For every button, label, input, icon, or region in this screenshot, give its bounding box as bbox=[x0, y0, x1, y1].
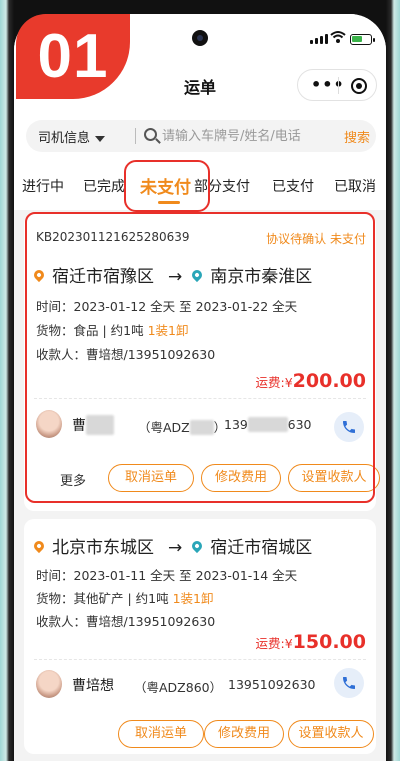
capsule-divider bbox=[338, 77, 339, 94]
order-number: KB202301121625280639 bbox=[36, 230, 190, 244]
tab-cancelled[interactable]: 已取消 bbox=[334, 176, 376, 196]
set-payee-button[interactable]: 设置收款人 bbox=[288, 720, 374, 748]
order-payee: 收款人：曹培想/13951092630 bbox=[36, 347, 216, 362]
search-divider bbox=[135, 128, 136, 144]
wifi-icon bbox=[330, 31, 346, 43]
caret-down-icon bbox=[95, 135, 106, 142]
search-icon bbox=[144, 128, 157, 141]
fee-label: 运费:¥ bbox=[255, 375, 293, 390]
phone-suffix: 630 bbox=[287, 417, 312, 432]
cancel-order-button[interactable]: 取消运单 bbox=[108, 464, 194, 492]
phone-frame: 运单 ••• 司机信息 搜索 进行中 已完成 未支付 bbox=[0, 0, 400, 761]
driver-name: 曹培想 bbox=[72, 415, 114, 435]
plate-number: （粤ADZ860） bbox=[138, 417, 226, 436]
order-time: 时间：2023-01-11 全天 至 2023-01-14 全天 bbox=[36, 568, 298, 583]
search-button[interactable]: 搜索 bbox=[344, 127, 370, 146]
order-fee: 运费:¥150.00 bbox=[256, 631, 367, 653]
search-box: 司机信息 搜索 bbox=[26, 120, 376, 152]
destination-pin-icon bbox=[190, 267, 205, 283]
order-goods: 货物：其他矿产 | 约1吨 1装1卸 bbox=[36, 588, 214, 607]
avatar bbox=[36, 670, 62, 698]
goods-text: 货物：食品 | 约1吨 bbox=[36, 323, 144, 338]
fee-label: 运费:¥ bbox=[255, 636, 293, 651]
fee-value: 200.00 bbox=[292, 370, 366, 392]
cancel-order-button[interactable]: 取消运单 bbox=[118, 720, 204, 748]
route: 宿迁市宿豫区 → 南京市秦淮区 bbox=[31, 262, 313, 287]
order-status: 协议待确认 未支付 bbox=[266, 232, 366, 246]
tab-paid[interactable]: 已支付 bbox=[272, 176, 314, 196]
mini-program-capsule: ••• bbox=[297, 69, 377, 101]
phone-icon bbox=[343, 677, 355, 689]
destination-pin-icon bbox=[190, 538, 205, 554]
plate-prefix: （粤ADZ bbox=[138, 420, 190, 435]
divider bbox=[34, 398, 366, 399]
order-goods: 货物：食品 | 约1吨 1装1卸 bbox=[36, 320, 189, 339]
order-time: 时间：2023-01-12 全天 至 2023-01-22 全天 bbox=[36, 299, 298, 314]
edit-fee-button[interactable]: 修改费用 bbox=[201, 464, 281, 492]
more-link[interactable]: 更多 bbox=[60, 470, 86, 489]
goods-load: 1装1卸 bbox=[172, 591, 214, 606]
divider bbox=[34, 659, 366, 660]
more-dots-icon[interactable]: ••• bbox=[311, 77, 345, 93]
arrow-right-icon: → bbox=[168, 538, 183, 558]
order-fee: 运费:¥200.00 bbox=[256, 370, 367, 392]
redacted-text: 51092 bbox=[247, 417, 288, 432]
active-tab-indicator bbox=[158, 201, 180, 204]
screen: 运单 ••• 司机信息 搜索 进行中 已完成 未支付 bbox=[14, 14, 386, 761]
search-bar: 司机信息 搜索 bbox=[14, 112, 386, 160]
driver-phone: 13951092630 bbox=[228, 677, 316, 692]
phone-prefix: 139 bbox=[224, 417, 248, 432]
origin-pin-icon bbox=[31, 538, 47, 554]
route-from: 宿迁市宿豫区 bbox=[52, 267, 154, 287]
avatar bbox=[36, 410, 62, 438]
order-card[interactable]: KB202301121625280639 协议待确认 未支付 宿迁市宿豫区 → 南京… bbox=[24, 212, 380, 511]
route-to: 宿迁市宿城区 bbox=[210, 538, 313, 558]
step-badge-number: 01 bbox=[37, 22, 109, 91]
origin-pin-icon bbox=[31, 267, 47, 283]
redacted-text: 培想 bbox=[86, 415, 114, 435]
search-input[interactable] bbox=[162, 126, 342, 146]
signal-icon bbox=[310, 34, 328, 44]
plate-number: （粤ADZ860） bbox=[134, 680, 223, 695]
route-from: 北京市东城区 bbox=[52, 538, 154, 558]
tab-completed[interactable]: 已完成 bbox=[83, 176, 125, 196]
camera-icon bbox=[192, 30, 208, 46]
call-button[interactable] bbox=[334, 668, 364, 698]
tab-unpaid[interactable]: 未支付 bbox=[140, 173, 191, 198]
battery-icon bbox=[350, 34, 375, 45]
driver-phone: 13951092630 bbox=[224, 417, 311, 432]
tab-in-progress[interactable]: 进行中 bbox=[22, 176, 64, 196]
arrow-right-icon: → bbox=[168, 267, 183, 287]
filter-select[interactable]: 司机信息 bbox=[38, 127, 106, 146]
route-to: 南京市秦淮区 bbox=[210, 267, 313, 287]
route: 北京市东城区 → 宿迁市宿城区 bbox=[31, 533, 313, 558]
filter-select-label: 司机信息 bbox=[38, 131, 91, 146]
call-button[interactable] bbox=[334, 412, 364, 442]
driver-name-text: 曹 bbox=[72, 418, 86, 434]
set-payee-button[interactable]: 设置收款人 bbox=[288, 464, 380, 492]
driver-name: 曹培想 bbox=[72, 678, 114, 694]
status-tabs: 进行中 已完成 未支付 部分支付 已支付 已取消 bbox=[14, 160, 386, 212]
fee-value: 150.00 bbox=[292, 631, 366, 653]
goods-text: 货物：其他矿产 | 约1吨 bbox=[36, 591, 169, 606]
order-payee: 收款人：曹培想/13951092630 bbox=[36, 614, 216, 629]
order-card[interactable]: 北京市东城区 → 宿迁市宿城区 时间：2023-01-11 全天 至 2023-01… bbox=[24, 519, 376, 754]
edit-fee-button[interactable]: 修改费用 bbox=[204, 720, 284, 748]
phone-icon bbox=[343, 421, 355, 433]
redacted-text: 860 bbox=[189, 420, 214, 435]
tab-partial-paid[interactable]: 部分支付 bbox=[194, 176, 250, 196]
goods-load: 1装1卸 bbox=[147, 323, 189, 338]
target-icon[interactable] bbox=[351, 78, 367, 94]
